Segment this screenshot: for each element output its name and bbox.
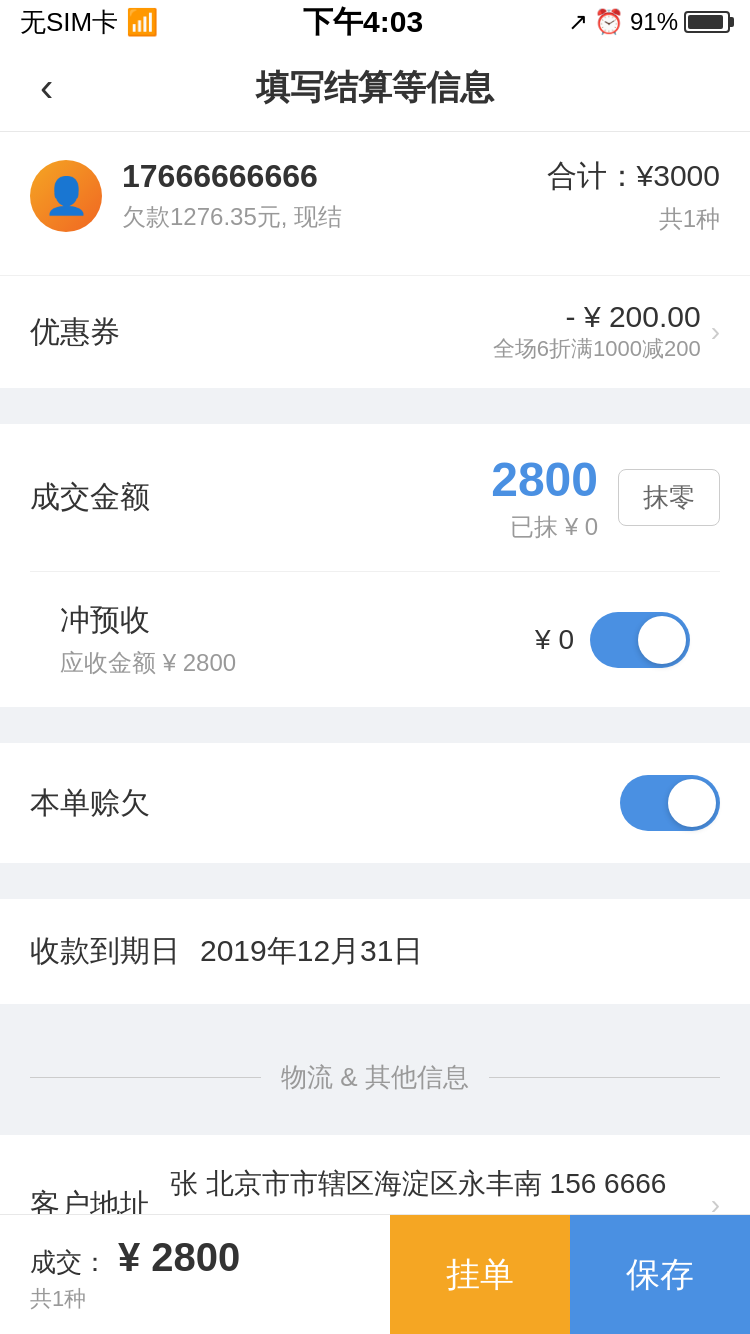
- coupon-desc: 全场6折满1000减200: [493, 334, 701, 364]
- coupon-label: 优惠券: [30, 312, 120, 353]
- prepay-amount: ¥ 0: [535, 624, 574, 656]
- status-bar: 无SIM卡 📶 下午4:03 ↗ ⏰ 91%: [0, 0, 750, 44]
- deal-right: 2800 已抹 ¥ 0 抹零: [491, 452, 720, 543]
- customer-phone: 17666666666: [122, 158, 342, 195]
- coupon-chevron-icon: ›: [711, 316, 720, 348]
- bottom-deal-amount: ¥ 2800: [118, 1235, 240, 1280]
- total-count: 共1种: [547, 203, 720, 235]
- wifi-icon: 📶: [126, 7, 158, 38]
- time-label: 下午4:03: [303, 2, 423, 43]
- customer-card: 👤 17666666666 欠款1276.35元, 现结 合计：¥3000 共1…: [0, 132, 750, 388]
- deal-label: 成交金额: [30, 477, 150, 518]
- prepay-sub: 应收金额 ¥ 2800: [60, 647, 236, 679]
- carrier-label: 无SIM卡: [20, 5, 118, 40]
- logistics-label: 物流 & 其他信息: [281, 1060, 469, 1095]
- coupon-right: - ¥ 200.00 全场6折满1000减200 ›: [493, 300, 720, 364]
- battery-percent: 91%: [630, 8, 678, 36]
- debt-row: 本单赊欠: [0, 743, 750, 863]
- debt-toggle[interactable]: [620, 775, 720, 831]
- round-button[interactable]: 抹零: [618, 469, 720, 526]
- page-title: 填写结算等信息: [256, 65, 494, 111]
- deal-value-col: 2800 已抹 ¥ 0: [491, 452, 598, 543]
- battery-fill: [688, 15, 723, 29]
- save-button[interactable]: 保存: [570, 1215, 750, 1335]
- due-value: 2019年12月31日: [200, 931, 423, 972]
- bottom-deal-label: 成交：: [30, 1245, 108, 1280]
- due-row: 收款到期日 2019年12月31日: [0, 899, 750, 1004]
- bottom-summary: 成交： ¥ 2800 共1种: [0, 1235, 390, 1314]
- customer-left: 👤 17666666666 欠款1276.35元, 现结: [30, 158, 342, 233]
- hang-button[interactable]: 挂单: [390, 1215, 570, 1335]
- prepay-left: 冲预收 应收金额 ¥ 2800: [60, 600, 236, 679]
- deal-row: 成交金额 2800 已抹 ¥ 0 抹零: [30, 424, 720, 572]
- prepay-toggle-knob: [638, 616, 686, 664]
- avatar: 👤: [30, 160, 102, 232]
- page-content: 👤 17666666666 欠款1276.35元, 现结 合计：¥3000 共1…: [0, 132, 750, 1334]
- logistics-divider: 物流 & 其他信息: [0, 1040, 750, 1115]
- status-left: 无SIM卡 📶: [20, 5, 158, 40]
- divider-line-left: [30, 1077, 261, 1078]
- avatar-icon: 👤: [44, 175, 89, 217]
- status-right: ↗ ⏰ 91%: [568, 8, 730, 36]
- due-label: 收款到期日: [30, 931, 180, 972]
- amount-section: 成交金额 2800 已抹 ¥ 0 抹零 冲预收 应收金额 ¥ 2800 ¥ 0: [0, 424, 750, 707]
- debt-label: 本单赊欠: [30, 783, 150, 824]
- back-button[interactable]: ‹: [30, 55, 63, 120]
- divider-1: [0, 404, 750, 424]
- deal-value: 2800: [491, 452, 598, 507]
- clock-icon: ⏰: [594, 8, 624, 36]
- customer-right: 合计：¥3000 共1种: [547, 156, 720, 235]
- divider-5: [0, 1115, 750, 1135]
- divider-3: [0, 879, 750, 899]
- customer-info: 17666666666 欠款1276.35元, 现结: [122, 158, 342, 233]
- total-amount: 合计：¥3000: [547, 156, 720, 197]
- deal-sub: 已抹 ¥ 0: [510, 511, 598, 543]
- customer-row: 👤 17666666666 欠款1276.35元, 现结 合计：¥3000 共1…: [0, 132, 750, 259]
- divider-4: [0, 1020, 750, 1040]
- location-icon: ↗: [568, 8, 588, 36]
- nav-bar: ‹ 填写结算等信息: [0, 44, 750, 132]
- prepay-label: 冲预收: [60, 600, 236, 641]
- divider-2: [0, 723, 750, 743]
- bottom-count: 共1种: [30, 1284, 360, 1314]
- prepay-row: 冲预收 应收金额 ¥ 2800 ¥ 0: [30, 572, 720, 707]
- bottom-bar: 成交： ¥ 2800 共1种 挂单 保存: [0, 1214, 750, 1334]
- debt-toggle-knob: [668, 779, 716, 827]
- coupon-discount: - ¥ 200.00: [493, 300, 701, 334]
- battery-icon: [684, 11, 730, 33]
- coupon-row[interactable]: 优惠券 - ¥ 200.00 全场6折满1000减200 ›: [0, 275, 750, 388]
- bottom-deal: 成交： ¥ 2800: [30, 1235, 360, 1280]
- divider-line-right: [489, 1077, 720, 1078]
- customer-note: 欠款1276.35元, 现结: [122, 201, 342, 233]
- prepay-toggle[interactable]: [590, 612, 690, 668]
